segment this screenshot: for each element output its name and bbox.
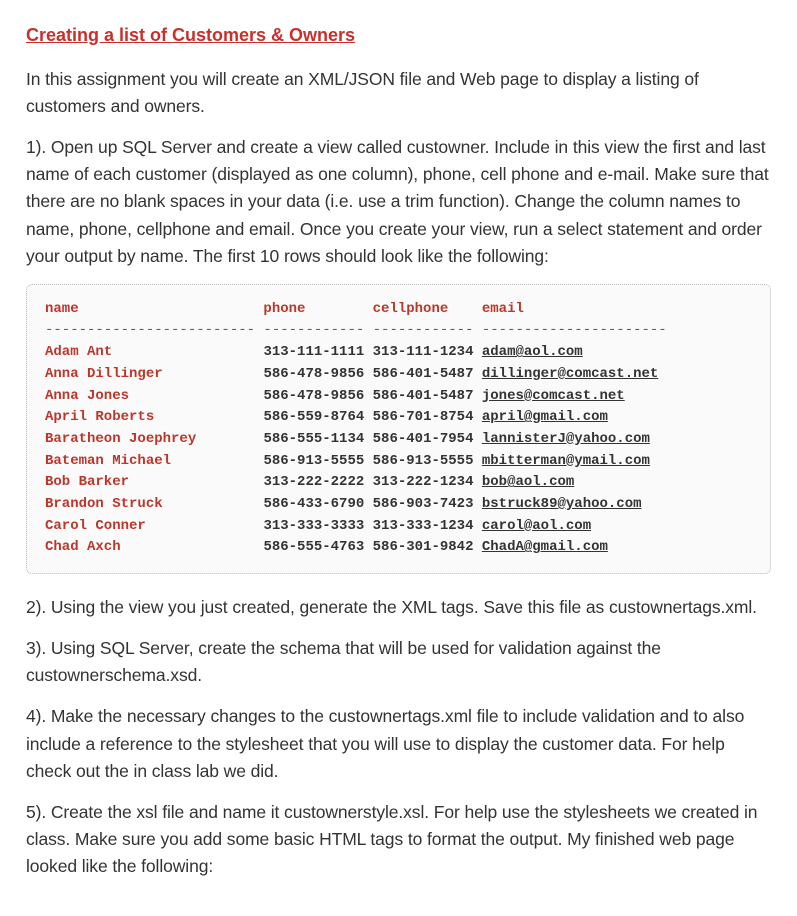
row-phones: 313-222-2222 313-222-1234 (263, 474, 481, 490)
table-row: Bob Barker 313-222-2222 313-222-1234 bob… (45, 472, 752, 494)
row-phones: 586-555-1134 586-401-7954 (263, 431, 481, 447)
table-row: Carol Conner 313-333-3333 313-333-1234 c… (45, 516, 752, 538)
table-row: Anna Jones 586-478-9856 586-401-5487 jon… (45, 386, 752, 408)
page-title: Creating a list of Customers & Owners (26, 22, 771, 50)
row-email-link[interactable]: ChadA@gmail.com (482, 539, 608, 555)
step-2: 2). Using the view you just created, gen… (26, 594, 771, 621)
row-name: Baratheon Joephrey (45, 429, 263, 451)
row-phones: 586-478-9856 586-401-5487 (263, 388, 481, 404)
row-phones: 586-555-4763 586-301-9842 (263, 539, 481, 555)
row-name: Bob Barker (45, 472, 263, 494)
row-name: Chad Axch (45, 537, 263, 559)
table-row: Bateman Michael 586-913-5555 586-913-555… (45, 451, 752, 473)
row-email-link[interactable]: jones@comcast.net (482, 388, 625, 404)
row-email-link[interactable]: bob@aol.com (482, 474, 574, 490)
row-phones: 586-478-9856 586-401-5487 (263, 366, 481, 382)
row-email-link[interactable]: mbitterman@ymail.com (482, 453, 650, 469)
row-name: Brandon Struck (45, 494, 263, 516)
row-name: Carol Conner (45, 516, 263, 538)
row-name: Bateman Michael (45, 451, 263, 473)
row-phones: 313-333-3333 313-333-1234 (263, 518, 481, 534)
step-1: 1). Open up SQL Server and create a view… (26, 134, 771, 270)
step-4: 4). Make the necessary changes to the cu… (26, 703, 771, 784)
table-row: Anna Dillinger 586-478-9856 586-401-5487… (45, 364, 752, 386)
table-separator: ------------------------- ------------ -… (45, 320, 752, 342)
table-row: Brandon Struck 586-433-6790 586-903-7423… (45, 494, 752, 516)
table-row: Adam Ant 313-111-1111 313-111-1234 adam@… (45, 342, 752, 364)
row-name: Anna Jones (45, 386, 263, 408)
intro-paragraph: In this assignment you will create an XM… (26, 66, 771, 120)
row-phones: 586-433-6790 586-903-7423 (263, 496, 481, 512)
row-email-link[interactable]: adam@aol.com (482, 344, 583, 360)
table-row: Chad Axch 586-555-4763 586-301-9842 Chad… (45, 537, 752, 559)
row-phones: 313-111-1111 313-111-1234 (263, 344, 481, 360)
row-email-link[interactable]: bstruck89@yahoo.com (482, 496, 642, 512)
sql-output-box: name phone cellphone email -------------… (26, 284, 771, 574)
row-phones: 586-913-5555 586-913-5555 (263, 453, 481, 469)
row-name: April Roberts (45, 407, 263, 429)
row-email-link[interactable]: lannisterJ@yahoo.com (482, 431, 650, 447)
step-5: 5). Create the xsl file and name it cust… (26, 799, 771, 880)
step-3: 3). Using SQL Server, create the schema … (26, 635, 771, 689)
row-email-link[interactable]: dillinger@comcast.net (482, 366, 658, 382)
table-row: April Roberts 586-559-8764 586-701-8754 … (45, 407, 752, 429)
table-row: Baratheon Joephrey 586-555-1134 586-401-… (45, 429, 752, 451)
table-header-row: name phone cellphone email (45, 299, 752, 321)
row-name: Adam Ant (45, 342, 263, 364)
row-email-link[interactable]: carol@aol.com (482, 518, 591, 534)
row-email-link[interactable]: april@gmail.com (482, 409, 608, 425)
row-phones: 586-559-8764 586-701-8754 (263, 409, 481, 425)
row-name: Anna Dillinger (45, 364, 263, 386)
